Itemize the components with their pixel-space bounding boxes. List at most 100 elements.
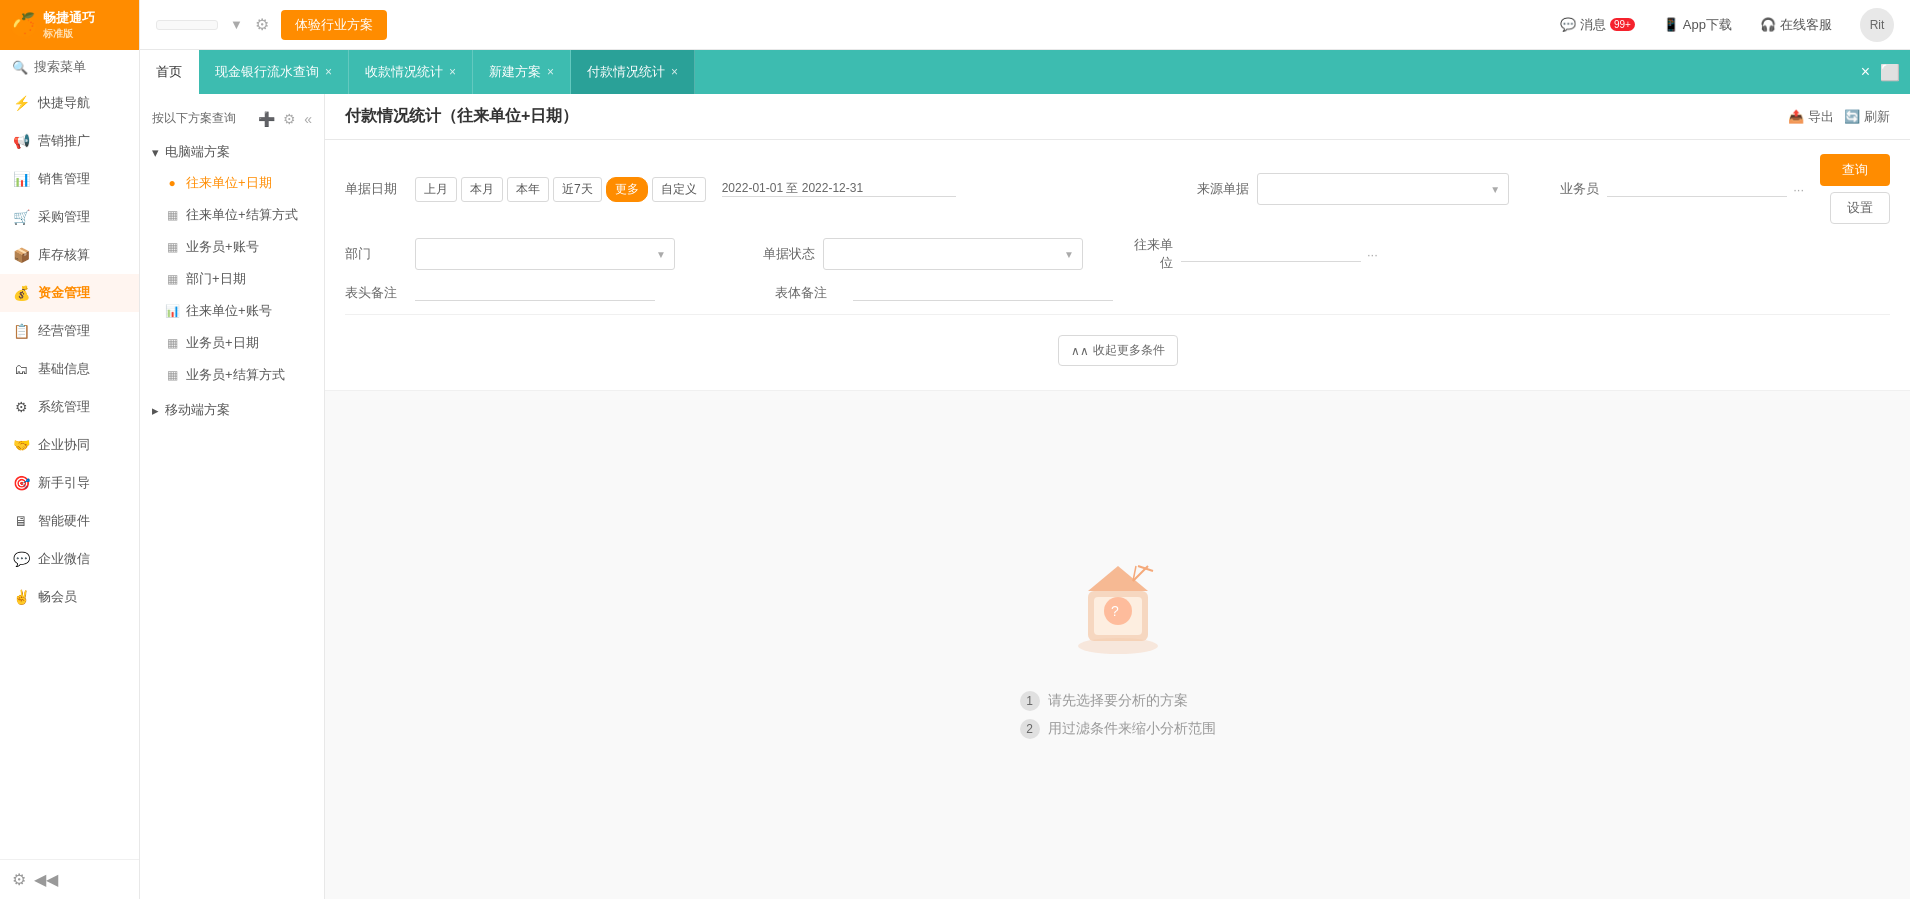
dropdown-arrow[interactable]: ▼ [230,17,243,32]
status-select[interactable]: ▼ [823,238,1083,270]
header-title [156,20,218,30]
date-range-input[interactable] [722,182,956,197]
sidebar-item-vip[interactable]: ✌ 畅会员 [0,578,139,616]
sidebar-item-label: 经营管理 [38,322,90,340]
page-title: 付款情况统计（往来单位+日期） [345,106,578,127]
app-download-btn[interactable]: 📱 App下载 [1663,16,1732,34]
sidebar-nav: ⚡ 快捷导航 📢 营销推广 📊 销售管理 🛒 采购管理 📦 库存核算 💰 资金管… [0,84,139,859]
user-avatar[interactable]: Rit [1860,8,1894,42]
app-icon: 📱 [1663,17,1679,32]
date-label: 单据日期 [345,180,415,198]
tab-new-plan[interactable]: 新建方案 × [473,50,571,94]
collapse-btn[interactable]: ∧∧ 收起更多条件 [1058,335,1178,366]
sidebar-item-enterprise[interactable]: 🤝 企业协同 [0,426,139,464]
tab-payment-stats-label: 付款情况统计 [587,63,665,81]
panel-item-unit-payment[interactable]: ▦ 往来单位+结算方式 [140,199,324,231]
sidebar-item-guide[interactable]: 🎯 新手引导 [0,464,139,502]
staff-payment-icon: ▦ [164,367,180,383]
body-note-input[interactable] [853,285,1113,301]
sidebar-item-label: 智能硬件 [38,512,90,530]
online-service-btn[interactable]: 🎧 在线客服 [1760,16,1832,34]
filter-settings-btn[interactable]: 设置 [1830,192,1890,224]
enterprise-icon: 🤝 [12,436,30,454]
sidebar-footer: ⚙ ◀◀ [0,859,139,899]
panel-collapse-btn[interactable]: « [304,111,312,127]
left-panel: 按以下方案查询 ➕ ⚙ « ▾ 电脑端方案 ● 往来单位+日期 ▦ [140,94,325,899]
sidebar-search[interactable]: 🔍 搜索菜单 [0,50,139,84]
sidebar-item-operations[interactable]: 📋 经营管理 [0,312,139,350]
sidebar-item-hardware[interactable]: 🖥 智能硬件 [0,502,139,540]
unit-payment-icon: ▦ [164,207,180,223]
date-btn-custom[interactable]: 自定义 [652,177,706,202]
source-select[interactable]: ▼ [1257,173,1509,205]
panel-item-staff-account[interactable]: ▦ 业务员+账号 [140,231,324,263]
date-btn-this-year[interactable]: 本年 [507,177,549,202]
sidebar-item-label: 库存核算 [38,246,90,264]
tab-payment-close[interactable]: × [671,65,678,79]
date-btn-this-month[interactable]: 本月 [461,177,503,202]
tab-cashflow-close[interactable]: × [325,65,332,79]
inventory-icon: 📦 [12,246,30,264]
dept-select-arrow: ▼ [656,249,666,260]
tab-home[interactable]: 首页 [140,50,199,94]
panel-add-btn[interactable]: ➕ [258,111,275,127]
sidebar-item-basic-info[interactable]: 🗂 基础信息 [0,350,139,388]
collapse-sidebar-btn[interactable]: ◀◀ [34,870,58,889]
tabs-bar: 首页 现金银行流水查询 × 收款情况统计 × 新建方案 × 付款情况统计 × ×… [140,50,1910,94]
panel-item-unit-account[interactable]: 📊 往来单位+账号 [140,295,324,327]
message-btn[interactable]: 💬 消息 99+ [1560,16,1635,34]
tab-receipt-stats[interactable]: 收款情况统计 × [349,50,473,94]
settings-footer-btn[interactable]: ⚙ [12,870,26,889]
panel-item-dept-date[interactable]: ▦ 部门+日期 [140,263,324,295]
sidebar-item-sales[interactable]: 📊 销售管理 [0,160,139,198]
staff-input[interactable] [1607,181,1787,197]
page-actions: 📤 导出 🔄 刷新 [1788,108,1890,126]
panel-item-label: 往来单位+结算方式 [186,206,298,224]
sidebar-item-fund[interactable]: 💰 资金管理 [0,274,139,312]
sidebar-item-label: 采购管理 [38,208,90,226]
tab-receipt-close[interactable]: × [449,65,456,79]
app-label: App下载 [1683,16,1732,34]
unit-input[interactable] [1181,246,1361,262]
panel-item-staff-date[interactable]: ▦ 业务员+日期 [140,327,324,359]
date-btn-last-month[interactable]: 上月 [415,177,457,202]
panel-item-label: 部门+日期 [186,270,246,288]
maximize-window-btn[interactable]: ⬜ [1880,63,1900,82]
date-btn-7days[interactable]: 近7天 [553,177,602,202]
source-label: 来源单据 [1189,180,1249,198]
tab-cashflow[interactable]: 现金银行流水查询 × [199,50,349,94]
wechat-icon: 💬 [12,550,30,568]
tab-new-plan-close[interactable]: × [547,65,554,79]
panel-item-unit-date[interactable]: ● 往来单位+日期 [140,167,324,199]
dept-select[interactable]: ▼ [415,238,675,270]
header-note-input[interactable] [415,285,655,301]
settings-icon[interactable]: ⚙ [255,15,269,34]
panel-settings-btn[interactable]: ⚙ [283,111,296,127]
mobile-section-title[interactable]: ▸ 移动端方案 [140,395,324,425]
header-note-label: 表头备注 [345,284,415,302]
sidebar-item-label: 快捷导航 [38,94,90,112]
sidebar-item-inventory[interactable]: 📦 库存核算 [0,236,139,274]
message-icon: 💬 [1560,17,1576,32]
logo-name: 畅捷通巧 [43,10,95,25]
industry-btn[interactable]: 体验行业方案 [281,10,387,40]
refresh-btn[interactable]: 🔄 刷新 [1844,108,1890,126]
sidebar-item-quick-nav[interactable]: ⚡ 快捷导航 [0,84,139,122]
sidebar-item-purchase[interactable]: 🛒 采购管理 [0,198,139,236]
panel-item-staff-payment[interactable]: ▦ 业务员+结算方式 [140,359,324,391]
sidebar-item-wechat[interactable]: 💬 企业微信 [0,540,139,578]
date-btn-more[interactable]: 更多 [606,177,648,202]
tab-payment-stats[interactable]: 付款情况统计 × [571,50,695,94]
unit-more-btn[interactable]: ··· [1367,247,1378,262]
pc-section-title[interactable]: ▾ 电脑端方案 [140,137,324,167]
pc-section-label: 电脑端方案 [165,143,230,161]
tip-text-1: 请先选择要分析的方案 [1048,692,1188,710]
query-btn[interactable]: 查询 [1820,154,1890,186]
sidebar-item-marketing[interactable]: 📢 营销推广 [0,122,139,160]
export-btn[interactable]: 📤 导出 [1788,108,1834,126]
staff-more-btn[interactable]: ··· [1793,182,1804,197]
sidebar-item-system[interactable]: ⚙ 系统管理 [0,388,139,426]
source-select-arrow: ▼ [1490,184,1500,195]
export-icon: 📤 [1788,109,1804,124]
close-window-btn[interactable]: × [1861,63,1870,81]
